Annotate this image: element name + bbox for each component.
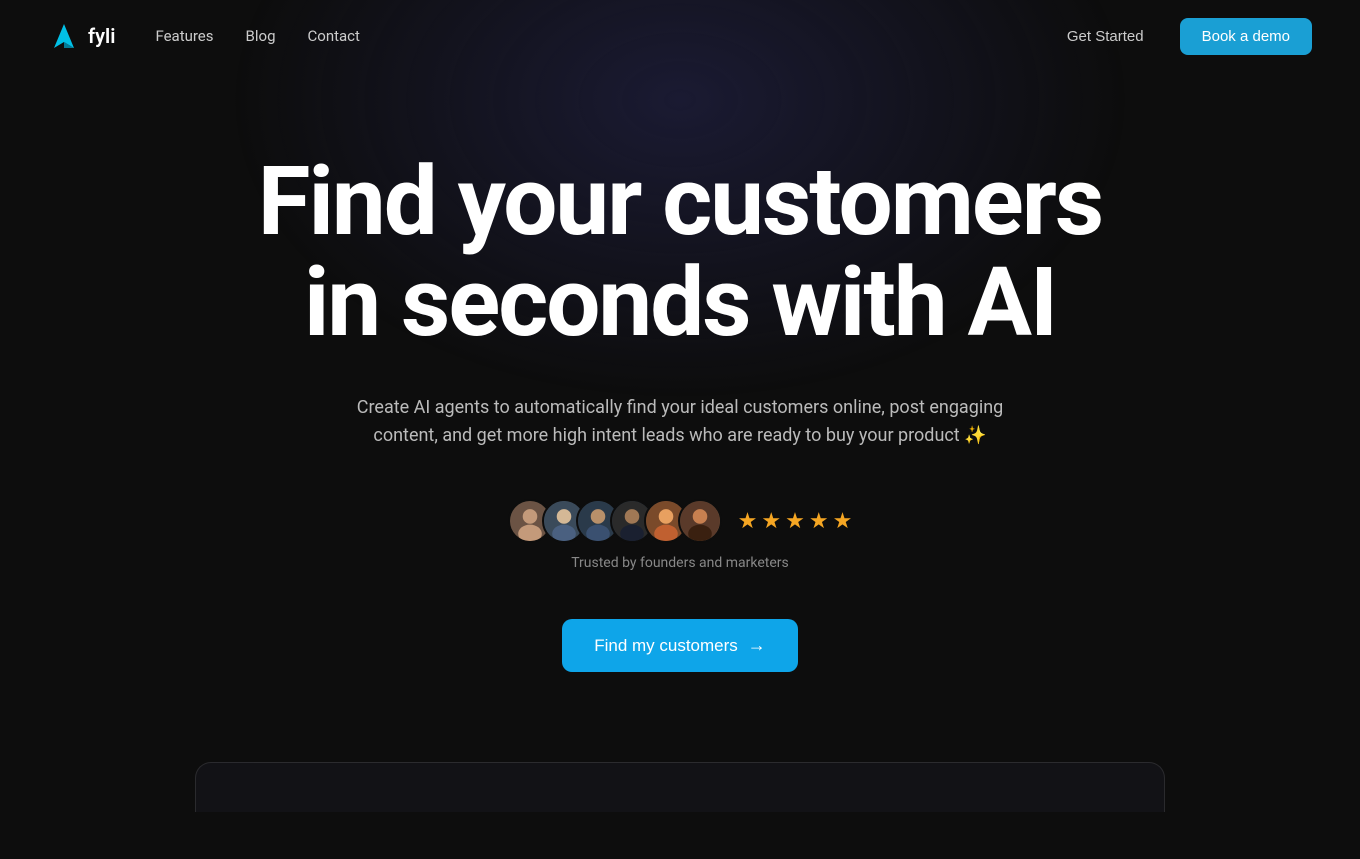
bottom-card-hint	[195, 762, 1165, 812]
book-demo-button[interactable]: Book a demo	[1180, 18, 1312, 55]
nav-link-blog[interactable]: Blog	[246, 27, 276, 45]
hero-title: Find your customers in seconds with AI	[258, 152, 1102, 354]
logo-icon	[48, 20, 80, 52]
nav-right: Get Started Book a demo	[1051, 18, 1312, 55]
hero-title-line2: in seconds with AI	[304, 247, 1056, 359]
avatars-group	[508, 499, 722, 543]
social-proof: ★ ★ ★ ★ ★ Trusted by founders and market…	[508, 499, 853, 571]
bottom-section	[0, 752, 1360, 812]
avatar-face-6	[680, 499, 720, 543]
avatars-stars-row: ★ ★ ★ ★ ★	[508, 499, 853, 543]
avatar-6	[678, 499, 722, 543]
star-5: ★	[833, 509, 853, 534]
get-started-button[interactable]: Get Started	[1051, 20, 1160, 53]
hero-section: Find your customers in seconds with AI C…	[0, 72, 1360, 732]
nav-link-contact[interactable]: Contact	[308, 27, 360, 45]
nav-link-features[interactable]: Features	[155, 27, 213, 45]
logo[interactable]: fyli	[48, 20, 115, 52]
star-3: ★	[785, 509, 805, 534]
find-customers-button[interactable]: Find my customers →	[562, 619, 798, 672]
navbar: fyli Features Blog Contact Get Started B…	[0, 0, 1360, 72]
cta-label: Find my customers	[594, 636, 738, 656]
stars-group: ★ ★ ★ ★ ★	[738, 509, 853, 534]
nav-left: fyli Features Blog Contact	[48, 20, 360, 52]
cta-section: Find my customers →	[562, 619, 798, 672]
trusted-text: Trusted by founders and marketers	[571, 555, 789, 571]
hero-subtitle: Create AI agents to automatically find y…	[330, 394, 1030, 452]
star-1: ★	[738, 509, 758, 534]
logo-text: fyli	[88, 24, 115, 48]
star-2: ★	[761, 509, 781, 534]
nav-links: Features Blog Contact	[155, 27, 360, 45]
cta-arrow: →	[748, 635, 766, 656]
hero-title-line1: Find your customers	[258, 146, 1102, 258]
star-4: ★	[809, 509, 829, 534]
